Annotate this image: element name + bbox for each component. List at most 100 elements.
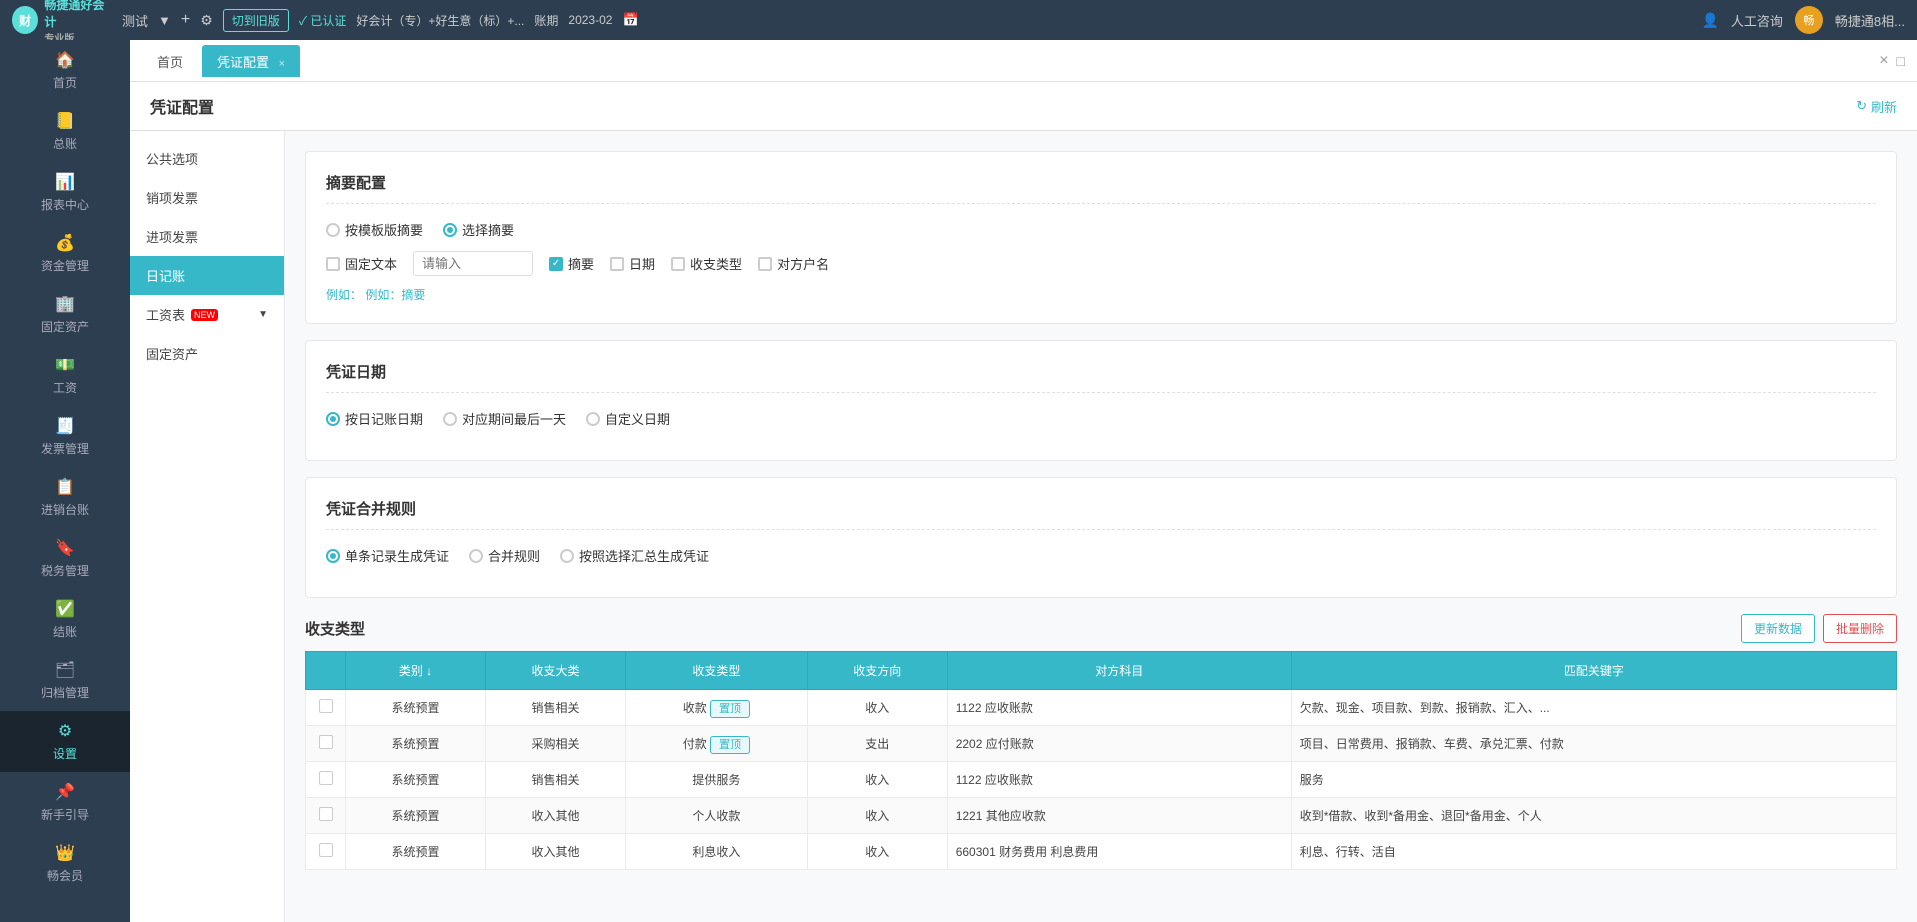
sidebar-item-ledger[interactable]: 📒 总账 bbox=[0, 101, 130, 162]
sidebar-item-funds[interactable]: 💰 资金管理 bbox=[0, 223, 130, 284]
row-income-type: 利息收入 bbox=[626, 834, 808, 870]
add-icon[interactable]: + bbox=[181, 11, 190, 29]
th-income-type: 收支类型 bbox=[626, 652, 808, 690]
calendar-icon[interactable]: 📅 bbox=[622, 12, 638, 28]
period-last-circle bbox=[443, 412, 457, 426]
row-checkbox-cell[interactable] bbox=[306, 690, 346, 726]
row-account: 1221 其他应收款 bbox=[947, 798, 1291, 834]
chevron-down-icon[interactable]: ▼ bbox=[158, 13, 171, 28]
custom-date-circle bbox=[586, 412, 600, 426]
checkbox-counterpart[interactable]: 对方户名 bbox=[758, 254, 829, 273]
row-keywords: 欠款、现金、项目款、到款、报销款、汇入、... bbox=[1291, 690, 1896, 726]
voucher-date-radio-group: 按日记账日期 对应期间最后一天 自定义日期 bbox=[326, 409, 1876, 428]
window-close-icon[interactable]: × bbox=[1879, 52, 1888, 70]
sidebar-label-purchase-sale: 进销台账 bbox=[41, 501, 89, 518]
sidebar-item-settlement[interactable]: ✅ 结账 bbox=[0, 589, 130, 650]
sidebar-item-purchase-sale[interactable]: 📋 进销台账 bbox=[0, 467, 130, 528]
sidebar-label-salary: 工资 bbox=[53, 379, 77, 396]
row-keywords: 利息、行转、活自 bbox=[1291, 834, 1896, 870]
th-keywords: 匹配关键字 bbox=[1291, 652, 1896, 690]
voucher-date-section: 凭证日期 按日记账日期 对应期间最后一天 bbox=[305, 340, 1897, 461]
radio-template-summary[interactable]: 按模板版摘要 bbox=[326, 220, 423, 239]
row-keywords: 收到*借款、收到*备用金、退回*备用金、个人 bbox=[1291, 798, 1896, 834]
batch-delete-button[interactable]: 批量删除 bbox=[1823, 614, 1897, 643]
income-type-table: 类别 ↓ 收支大类 收支类型 收支方向 对方科目 匹配关键字 系统预置销售相关收… bbox=[305, 651, 1897, 870]
th-category: 类别 ↓ bbox=[346, 652, 486, 690]
row-category: 系统预置 bbox=[346, 690, 486, 726]
radio-period-last[interactable]: 对应期间最后一天 bbox=[443, 409, 566, 428]
sidebar-label-settings: 设置 bbox=[53, 745, 77, 762]
left-nav-fixed-assets[interactable]: 固定资产 bbox=[130, 334, 284, 373]
left-nav-public[interactable]: 公共选项 bbox=[130, 139, 284, 178]
row-major-type: 采购相关 bbox=[486, 726, 626, 762]
refresh-button[interactable]: ↻ 刷新 bbox=[1856, 97, 1897, 116]
checkbox-fixed-text[interactable]: 固定文本 bbox=[326, 254, 397, 273]
row-account: 2202 应付账款 bbox=[947, 726, 1291, 762]
tab-voucher-config[interactable]: 凭证配置 × bbox=[202, 45, 300, 77]
sidebar-item-archive[interactable]: 🗂 归档管理 bbox=[0, 650, 130, 711]
radio-summary-generate[interactable]: 按照选择汇总生成凭证 bbox=[560, 546, 709, 565]
summary-box: ✓ bbox=[549, 257, 563, 271]
sidebar-item-settings[interactable]: ⚙ 设置 bbox=[0, 711, 130, 772]
sidebar-item-home[interactable]: 🏠 首页 bbox=[0, 40, 130, 101]
row-major-type: 收入其他 bbox=[486, 798, 626, 834]
table-row: 系统预置销售相关收款 置顶收入1122 应收账款欠款、现金、项目款、到款、报销款… bbox=[306, 690, 1897, 726]
update-data-button[interactable]: 更新数据 bbox=[1741, 614, 1815, 643]
radio-select-summary[interactable]: 选择摘要 bbox=[443, 220, 514, 239]
pin-top-tag: 置顶 bbox=[710, 700, 750, 718]
row-checkbox[interactable] bbox=[319, 843, 333, 857]
refresh-icon: ↻ bbox=[1856, 98, 1867, 114]
sidebar-item-member[interactable]: 👑 畅会员 bbox=[0, 833, 130, 894]
sidebar-item-salary[interactable]: 💵 工资 bbox=[0, 345, 130, 406]
row-checkbox-cell[interactable] bbox=[306, 762, 346, 798]
settings-icon[interactable]: ⚙ bbox=[200, 12, 213, 29]
checkbox-date[interactable]: 日期 bbox=[610, 254, 655, 273]
checkbox-income-type[interactable]: 收支类型 bbox=[671, 254, 742, 273]
left-nav-sales-invoice[interactable]: 销项发票 bbox=[130, 178, 284, 217]
th-checkbox[interactable] bbox=[306, 652, 346, 690]
settlement-icon: ✅ bbox=[55, 599, 75, 619]
merge-rule-circle bbox=[469, 549, 483, 563]
row-checkbox[interactable] bbox=[319, 735, 333, 749]
left-nav-payroll[interactable]: 工资表 NEW ▼ bbox=[130, 295, 284, 334]
radio-single-record[interactable]: 单条记录生成凭证 bbox=[326, 546, 449, 565]
window-maximize-icon[interactable]: □ bbox=[1897, 53, 1905, 69]
sidebar-item-invoice[interactable]: 🧾 发票管理 bbox=[0, 406, 130, 467]
row-checkbox[interactable] bbox=[319, 807, 333, 821]
fixed-text-input[interactable] bbox=[413, 251, 533, 276]
row-checkbox-cell[interactable] bbox=[306, 726, 346, 762]
left-nav-journal[interactable]: 日记账 bbox=[130, 256, 284, 295]
page-title: 凭证配置 bbox=[150, 94, 214, 118]
checkbox-summary[interactable]: ✓ 摘要 bbox=[549, 254, 594, 273]
left-nav-purchase-invoice[interactable]: 进项发票 bbox=[130, 217, 284, 256]
purchase-sale-icon: 📋 bbox=[55, 477, 75, 497]
tab-close-icon[interactable]: × bbox=[279, 58, 285, 70]
sidebar-item-tax[interactable]: 🔖 税务管理 bbox=[0, 528, 130, 589]
radio-custom-date[interactable]: 自定义日期 bbox=[586, 409, 670, 428]
income-type-title: 收支类型 bbox=[305, 618, 365, 639]
row-checkbox-cell[interactable] bbox=[306, 834, 346, 870]
user-name[interactable]: 畅捷通8相... bbox=[1835, 11, 1905, 30]
tab-home[interactable]: 首页 bbox=[142, 45, 198, 77]
sidebar-label-archive: 归档管理 bbox=[41, 684, 89, 701]
header-checkbox[interactable] bbox=[319, 662, 333, 676]
workspace-label: 测试 bbox=[122, 11, 148, 30]
row-account: 1122 应收账款 bbox=[947, 690, 1291, 726]
row-checkbox[interactable] bbox=[319, 699, 333, 713]
sidebar-item-guide[interactable]: 📌 新手引导 bbox=[0, 772, 130, 833]
radio-merge-rule[interactable]: 合并规则 bbox=[469, 546, 540, 565]
period-label: 账期 bbox=[534, 12, 558, 29]
income-type-btn-group: 更新数据 批量删除 bbox=[1741, 614, 1897, 643]
topbar-right: 👤 人工咨询 畅 畅捷通8相... bbox=[1701, 6, 1905, 34]
radio-journal-date[interactable]: 按日记账日期 bbox=[326, 409, 423, 428]
sidebar-item-assets[interactable]: 🏢 固定资产 bbox=[0, 284, 130, 345]
counterpart-box bbox=[758, 257, 772, 271]
row-keywords: 服务 bbox=[1291, 762, 1896, 798]
row-checkbox-cell[interactable] bbox=[306, 798, 346, 834]
support-label[interactable]: 人工咨询 bbox=[1731, 11, 1783, 30]
row-checkbox[interactable] bbox=[319, 771, 333, 785]
row-category: 系统预置 bbox=[346, 834, 486, 870]
sidebar-item-reports[interactable]: 📊 报表中心 bbox=[0, 162, 130, 223]
switch-old-version-button[interactable]: 切到旧版 bbox=[223, 9, 289, 32]
sidebar-label-assets: 固定资产 bbox=[41, 318, 89, 335]
